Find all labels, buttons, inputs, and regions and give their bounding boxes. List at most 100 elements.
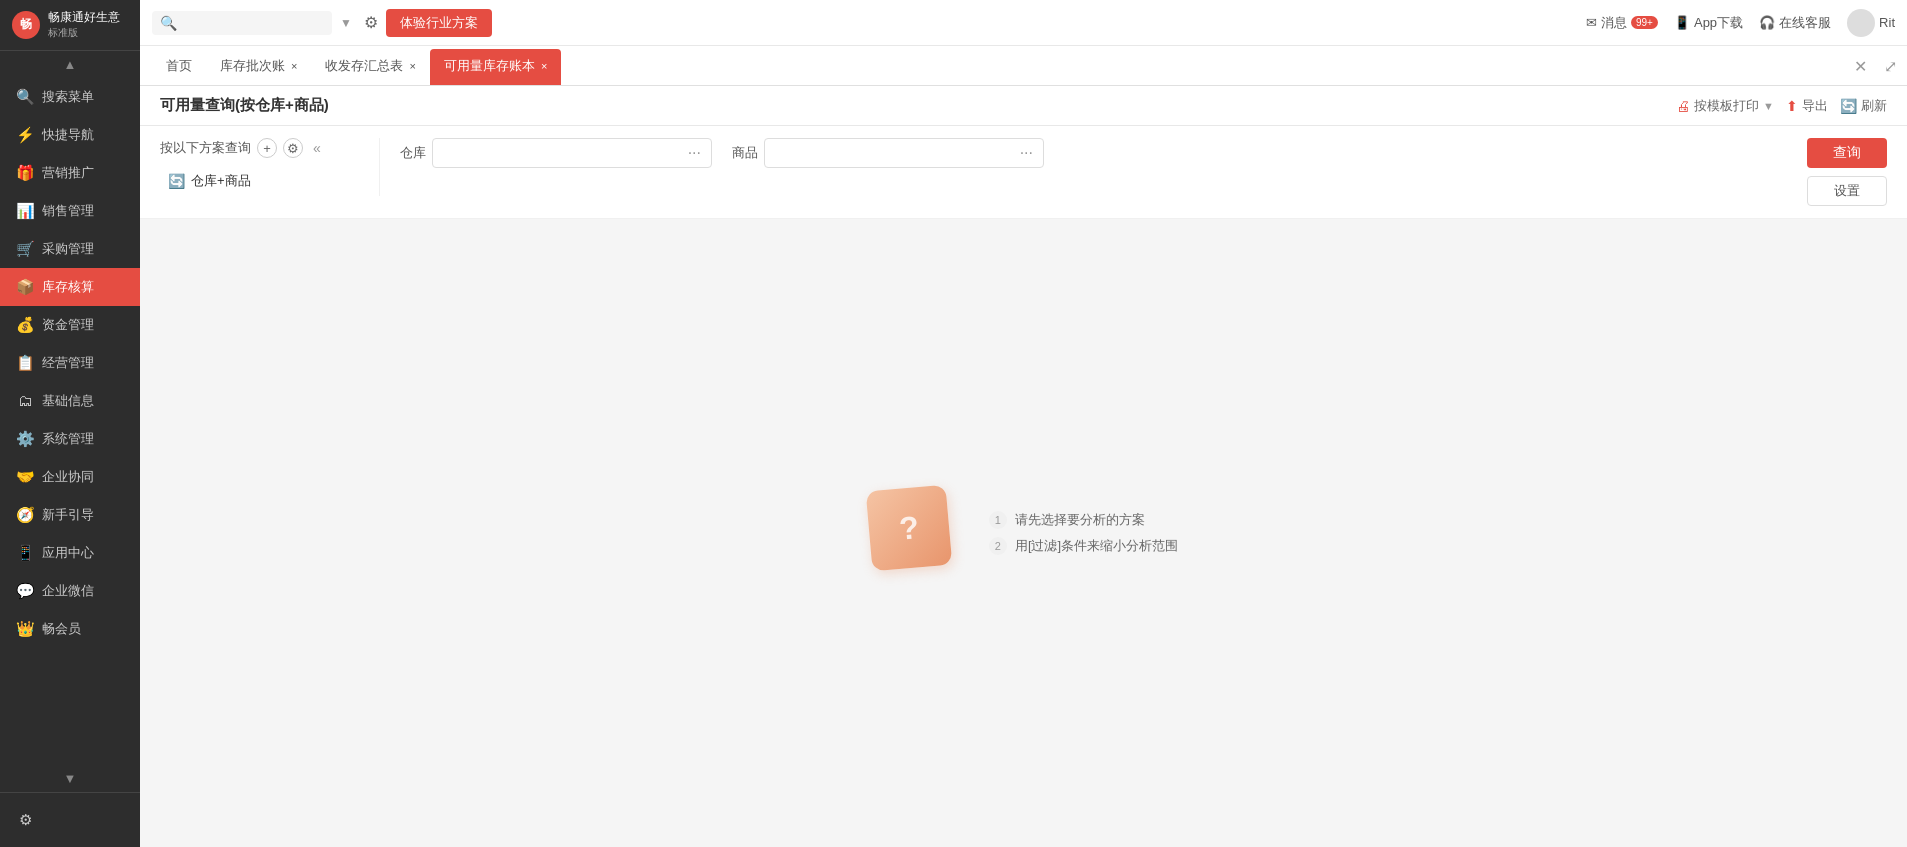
product-field: 商品 ··· [732, 138, 1044, 168]
warehouse-input[interactable]: ··· [432, 138, 712, 168]
sidebar-item-system[interactable]: ⚙️ 系统管理 [0, 420, 140, 458]
online-service-btn[interactable]: 🎧 在线客服 [1759, 14, 1831, 32]
sidebar-item-marketing[interactable]: 🎁 营销推广 [0, 154, 140, 192]
sidebar-bottom: ⚙ [0, 792, 140, 847]
page-header-actions: 🖨 按模板打印 ▼ ⬆ 导出 🔄 刷新 [1676, 97, 1887, 115]
topbar-actions: ✉ 消息 99+ 📱 App下载 🎧 在线客服 Rit [1586, 9, 1895, 37]
tab-close-summary[interactable]: × [409, 60, 415, 72]
topbar: 🔍 ▼ ⚙ 体验行业方案 ✉ 消息 99+ 📱 App下载 🎧 在线客服 Rit [140, 0, 1907, 46]
add-scheme-btn[interactable]: + [257, 138, 277, 158]
sales-icon: 📊 [16, 202, 34, 220]
search-dropdown-icon[interactable]: ▼ [340, 16, 352, 30]
sidebar-item-member[interactable]: 👑 畅会员 [0, 610, 140, 648]
sidebar-header: 畅 畅康通好生意 标准版 [0, 0, 140, 51]
mobile-icon: 📱 [1674, 15, 1690, 30]
sidebar: 畅 畅康通好生意 标准版 ▲ 🔍 搜索菜单 ⚡ 快捷导航 🎁 营销推广 📊 销售… [0, 0, 140, 847]
marketing-icon: 🎁 [16, 164, 34, 182]
wechat-icon: 💬 [16, 582, 34, 600]
product-more-icon[interactable]: ··· [1020, 144, 1033, 162]
user-avatar-btn[interactable]: Rit [1847, 9, 1895, 37]
purchase-icon: 🛒 [16, 240, 34, 258]
message-btn[interactable]: ✉ 消息 99+ [1586, 14, 1658, 32]
sidebar-app-subtitle: 标准版 [48, 26, 120, 40]
sidebar-item-newbie[interactable]: 🧭 新手引导 [0, 496, 140, 534]
inventory-icon: 📦 [16, 278, 34, 296]
collapse-scheme-btn[interactable]: « [313, 140, 321, 156]
filter-fields: 仓库 ··· 商品 ··· [380, 138, 1787, 168]
scheme-item-warehouse-product[interactable]: 🔄 仓库+商品 [160, 166, 367, 196]
sidebar-item-inventory[interactable]: 📦 库存核算 [0, 268, 140, 306]
filter-action-area: 查询 设置 [1787, 138, 1887, 206]
query-button[interactable]: 查询 [1807, 138, 1887, 168]
refresh-btn[interactable]: 🔄 刷新 [1840, 97, 1887, 115]
filter-scheme-panel: 按以下方案查询 + ⚙ « 🔄 仓库+商品 [160, 138, 380, 196]
tab-home[interactable]: 首页 [152, 49, 206, 85]
search-input[interactable] [181, 15, 301, 30]
tab-summary[interactable]: 收发存汇总表× [311, 49, 429, 85]
avatar [1847, 9, 1875, 37]
app-download-btn[interactable]: 📱 App下载 [1674, 14, 1743, 32]
empty-state-inner: 1 请先选择要分析的方案 2 用[过滤]条件来缩小分析范围 [869, 488, 1178, 578]
sidebar-item-settings[interactable]: ⚙ [0, 801, 140, 839]
search-box[interactable]: 🔍 [152, 11, 332, 35]
enterprise-icon: 🤝 [16, 468, 34, 486]
tab-available[interactable]: 可用量库存账本× [430, 49, 561, 85]
sidebar-item-shortcut[interactable]: ⚡ 快捷导航 [0, 116, 140, 154]
search-icon: 🔍 [16, 88, 34, 106]
filter-scheme-title: 按以下方案查询 + ⚙ « [160, 138, 367, 158]
tab-close-batch[interactable]: × [291, 60, 297, 72]
message-badge: 99+ [1631, 16, 1658, 29]
tab-batch[interactable]: 库存批次账× [206, 49, 311, 85]
print-icon: 🖨 [1676, 98, 1690, 114]
sidebar-item-operations[interactable]: 📋 经营管理 [0, 344, 140, 382]
tab-close-available[interactable]: × [541, 60, 547, 72]
export-btn[interactable]: ⬆ 导出 [1786, 97, 1828, 115]
sidebar-nav: 🔍 搜索菜单 ⚡ 快捷导航 🎁 营销推广 📊 销售管理 🛒 采购管理 📦 库存核… [0, 78, 140, 765]
sidebar-item-basic[interactable]: 🗂 基础信息 [0, 382, 140, 420]
sidebar-item-appstore[interactable]: 📱 应用中心 [0, 534, 140, 572]
empty-icon-box [869, 488, 959, 578]
newbie-icon: 🧭 [16, 506, 34, 524]
print-dropdown-icon[interactable]: ▼ [1763, 100, 1774, 112]
sidebar-scroll-down[interactable]: ▼ [0, 765, 140, 792]
search-icon: 🔍 [160, 15, 177, 31]
basic-icon: 🗂 [16, 392, 34, 410]
username-label: Rit [1879, 15, 1895, 30]
filter-row-1: 仓库 ··· 商品 ··· [400, 138, 1787, 168]
refresh-icon: 🔄 [1840, 98, 1857, 114]
main-area: 🔍 ▼ ⚙ 体验行业方案 ✉ 消息 99+ 📱 App下载 🎧 在线客服 Rit [140, 0, 1907, 847]
message-icon: ✉ [1586, 15, 1597, 30]
sidebar-logo: 畅 [12, 11, 40, 39]
sidebar-item-finance[interactable]: 💰 资金管理 [0, 306, 140, 344]
sidebar-item-enterprise[interactable]: 🤝 企业协同 [0, 458, 140, 496]
filter-area: 按以下方案查询 + ⚙ « 🔄 仓库+商品 仓库 · [140, 126, 1907, 219]
tabbar: 首页库存批次账×收发存汇总表×可用量库存账本× ✕ ⤢ [140, 46, 1907, 86]
settings-button[interactable]: 设置 [1807, 176, 1887, 206]
operations-icon: 📋 [16, 354, 34, 372]
product-input[interactable]: ··· [764, 138, 1044, 168]
warehouse-field: 仓库 ··· [400, 138, 712, 168]
sidebar-item-sales[interactable]: 📊 销售管理 [0, 192, 140, 230]
page-title: 可用量查询(按仓库+商品) [160, 96, 329, 115]
warehouse-more-icon[interactable]: ··· [688, 144, 701, 162]
scheme-item-icon: 🔄 [168, 173, 185, 189]
shortcut-icon: ⚡ [16, 126, 34, 144]
sidebar-scroll-up[interactable]: ▲ [0, 51, 140, 78]
empty-hint-2: 2 用[过滤]条件来缩小分析范围 [989, 537, 1178, 555]
print-template-btn[interactable]: 🖨 按模板打印 ▼ [1676, 97, 1774, 115]
settings-scheme-btn[interactable]: ⚙ [283, 138, 303, 158]
page-header: 可用量查询(按仓库+商品) 🖨 按模板打印 ▼ ⬆ 导出 🔄 刷新 [140, 86, 1907, 126]
tab-close-window-btn[interactable]: ✕ [1854, 56, 1867, 75]
sidebar-item-search[interactable]: 🔍 搜索菜单 [0, 78, 140, 116]
empty-hints: 1 请先选择要分析的方案 2 用[过滤]条件来缩小分析范围 [989, 511, 1178, 555]
system-icon: ⚙️ [16, 430, 34, 448]
sidebar-item-wechat[interactable]: 💬 企业微信 [0, 572, 140, 610]
trial-btn[interactable]: 体验行业方案 [386, 9, 492, 37]
gear-icon[interactable]: ⚙ [364, 13, 378, 32]
empty-hint-1: 1 请先选择要分析的方案 [989, 511, 1178, 529]
tab-expand-btn[interactable]: ⤢ [1884, 56, 1897, 75]
sidebar-item-purchase[interactable]: 🛒 采购管理 [0, 230, 140, 268]
page-content: 可用量查询(按仓库+商品) 🖨 按模板打印 ▼ ⬆ 导出 🔄 刷新 [140, 86, 1907, 847]
service-icon: 🎧 [1759, 15, 1775, 30]
empty-robot-icon [866, 485, 953, 572]
